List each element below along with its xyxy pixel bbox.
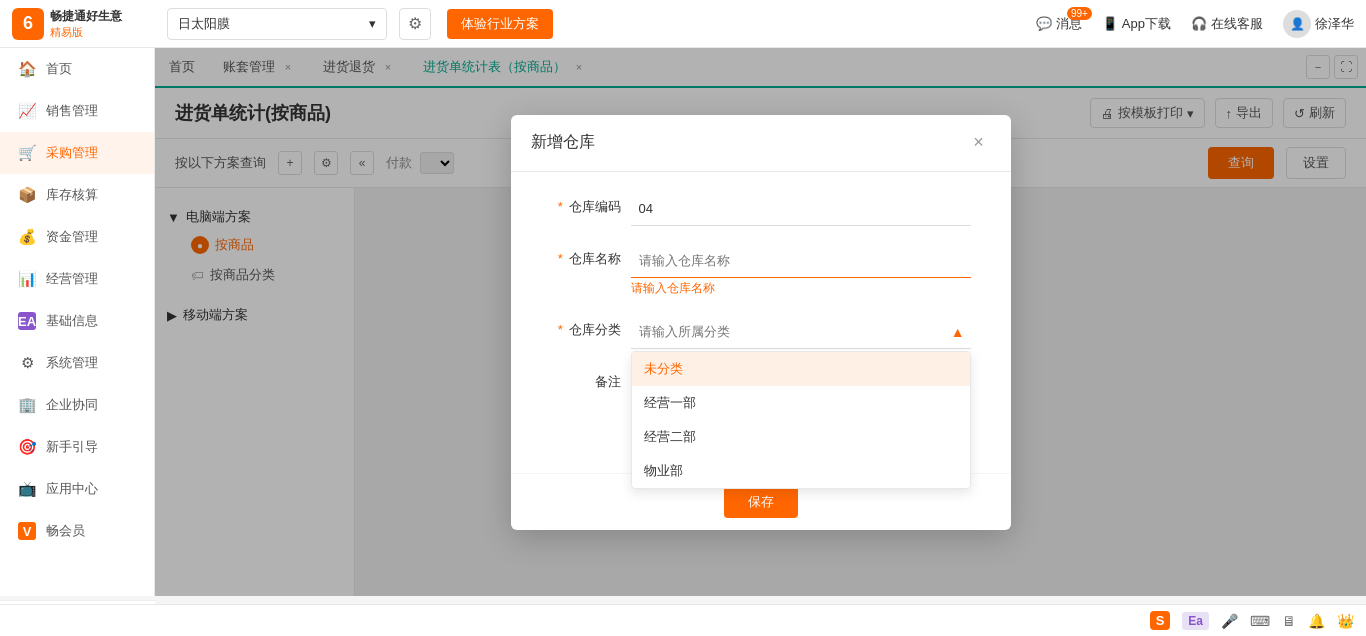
sidebar-item-cooperation[interactable]: 🏢 企业协同 (0, 384, 154, 426)
main-layout: 🏠 首页 📈 销售管理 🛒 采购管理 📦 库存核算 💰 资金管理 📊 经营管理 … (0, 48, 1366, 596)
modal-body: * 仓库编码 * 仓库名称 (511, 172, 1011, 473)
sidebar-label-purchase: 采购管理 (46, 144, 98, 162)
modal-title: 新增仓库 (531, 132, 595, 153)
category-dropdown: 未分类 经营一部 经营二部 物业部 (631, 351, 971, 489)
sidebar: 🏠 首页 📈 销售管理 🛒 采购管理 📦 库存核算 💰 资金管理 📊 经营管理 … (0, 48, 155, 596)
monitor-icon[interactable]: 🖥 (1282, 613, 1296, 629)
name-error-message: 请输入仓库名称 (631, 280, 971, 297)
category-input[interactable] (631, 315, 971, 349)
modal-close-button[interactable]: × (967, 131, 991, 155)
dropdown-item-dept3[interactable]: 物业部 (632, 454, 970, 488)
sidebar-label-guide: 新手引导 (46, 438, 98, 456)
basic-info-icon: EA (18, 312, 36, 330)
cooperation-icon: 🏢 (18, 396, 36, 414)
category-toggle-icon[interactable]: ▲ (951, 324, 965, 340)
logo-area: 6 畅捷通好生意 精易版 (12, 8, 167, 40)
message-button[interactable]: 💬 消息 99+ (1036, 15, 1082, 33)
gear-button[interactable]: ⚙ (399, 8, 431, 40)
sidebar-item-home[interactable]: 🏠 首页 (0, 48, 154, 90)
remark-label: 备注 (551, 367, 631, 391)
sidebar-label-appcenter: 应用中心 (46, 480, 98, 498)
status-bar: S Ea 🎤 ⌨ 🖥 🔔 👑 (0, 604, 1366, 636)
sidebar-label-sales: 销售管理 (46, 102, 98, 120)
code-input[interactable] (631, 192, 971, 226)
sidebar-item-sales[interactable]: 📈 销售管理 (0, 90, 154, 132)
sidebar-label-cooperation: 企业协同 (46, 396, 98, 414)
code-field (631, 192, 971, 226)
sidebar-item-vip[interactable]: V 畅会员 (0, 510, 154, 552)
name-label: * 仓库名称 (551, 244, 631, 268)
guide-icon: 🎯 (18, 438, 36, 456)
message-badge: 99+ (1067, 7, 1092, 20)
sidebar-item-operations[interactable]: 📊 经营管理 (0, 258, 154, 300)
operations-icon: 📊 (18, 270, 36, 288)
headset-icon: 🎧 (1191, 16, 1207, 31)
sidebar-item-system[interactable]: ⚙ 系统管理 (0, 342, 154, 384)
form-row-category: * 仓库分类 ▲ 未分类 经营一部 经营二部 物业部 (551, 315, 971, 349)
sidebar-item-basic-info[interactable]: EA 基础信息 (0, 300, 154, 342)
s-logo-badge: S (1150, 611, 1171, 630)
name-field: 请输入仓库名称 (631, 244, 971, 297)
modal-header: 新增仓库 × (511, 115, 1011, 172)
ea-badge: Ea (1182, 612, 1209, 630)
sidebar-item-finance[interactable]: 💰 资金管理 (0, 216, 154, 258)
code-label: * 仓库编码 (551, 192, 631, 216)
top-header: 6 畅捷通好生意 精易版 日太阳膜 ▾ ⚙ 体验行业方案 💬 消息 99+ 📱 … (0, 0, 1366, 48)
phone-icon: 📱 (1102, 16, 1118, 31)
chevron-down-icon: ▾ (369, 16, 376, 31)
sidebar-label-home: 首页 (46, 60, 72, 78)
avatar: 👤 (1283, 10, 1311, 38)
dropdown-item-dept1[interactable]: 经营一部 (632, 386, 970, 420)
purchase-icon: 🛒 (18, 144, 36, 162)
user-menu[interactable]: 👤 徐泽华 (1283, 10, 1354, 38)
inventory-icon: 📦 (18, 186, 36, 204)
sidebar-item-guide[interactable]: 🎯 新手引导 (0, 426, 154, 468)
sidebar-label-basic-info: 基础信息 (46, 312, 98, 330)
appcenter-icon: 📺 (18, 480, 36, 498)
crown-icon[interactable]: 👑 (1337, 613, 1354, 629)
sidebar-label-system: 系统管理 (46, 354, 98, 372)
dropdown-item-dept2[interactable]: 经营二部 (632, 420, 970, 454)
experience-button[interactable]: 体验行业方案 (447, 9, 553, 39)
finance-icon: 💰 (18, 228, 36, 246)
home-icon: 🏠 (18, 60, 36, 78)
bell-icon[interactable]: 🔔 (1308, 613, 1325, 629)
sales-icon: 📈 (18, 102, 36, 120)
form-row-code: * 仓库编码 (551, 192, 971, 226)
modal-overlay: 新增仓库 × * 仓库编码 (155, 48, 1366, 596)
online-service-button[interactable]: 🎧 在线客服 (1191, 15, 1263, 33)
gear-icon: ⚙ (408, 14, 422, 33)
system-icon: ⚙ (18, 354, 36, 372)
sidebar-label-vip: 畅会员 (46, 522, 85, 540)
sidebar-item-appcenter[interactable]: 📺 应用中心 (0, 468, 154, 510)
sidebar-label-operations: 经营管理 (46, 270, 98, 288)
category-field: ▲ 未分类 经营一部 经营二部 物业部 (631, 315, 971, 349)
save-button[interactable]: 保存 (724, 486, 798, 518)
message-icon: 💬 (1036, 16, 1052, 31)
sidebar-item-purchase[interactable]: 🛒 采购管理 (0, 132, 154, 174)
company-selector[interactable]: 日太阳膜 ▾ (167, 8, 387, 40)
header-right: 💬 消息 99+ 📱 App下载 🎧 在线客服 👤 徐泽华 (1036, 10, 1354, 38)
category-label: * 仓库分类 (551, 315, 631, 339)
header-tools: ⚙ 体验行业方案 (399, 8, 553, 40)
name-input[interactable] (631, 244, 971, 278)
app-download-button[interactable]: 📱 App下载 (1102, 15, 1171, 33)
sidebar-label-inventory: 库存核算 (46, 186, 98, 204)
keyboard-icon[interactable]: ⌨ (1250, 613, 1270, 629)
sidebar-label-finance: 资金管理 (46, 228, 98, 246)
sidebar-item-inventory[interactable]: 📦 库存核算 (0, 174, 154, 216)
logo-text: 畅捷通好生意 精易版 (50, 8, 122, 40)
mic-icon[interactable]: 🎤 (1221, 613, 1238, 629)
form-row-name: * 仓库名称 请输入仓库名称 (551, 244, 971, 297)
logo-icon: 6 (12, 8, 44, 40)
vip-icon: V (18, 522, 36, 540)
dropdown-item-uncategorized[interactable]: 未分类 (632, 352, 970, 386)
add-warehouse-modal: 新增仓库 × * 仓库编码 (511, 115, 1011, 530)
